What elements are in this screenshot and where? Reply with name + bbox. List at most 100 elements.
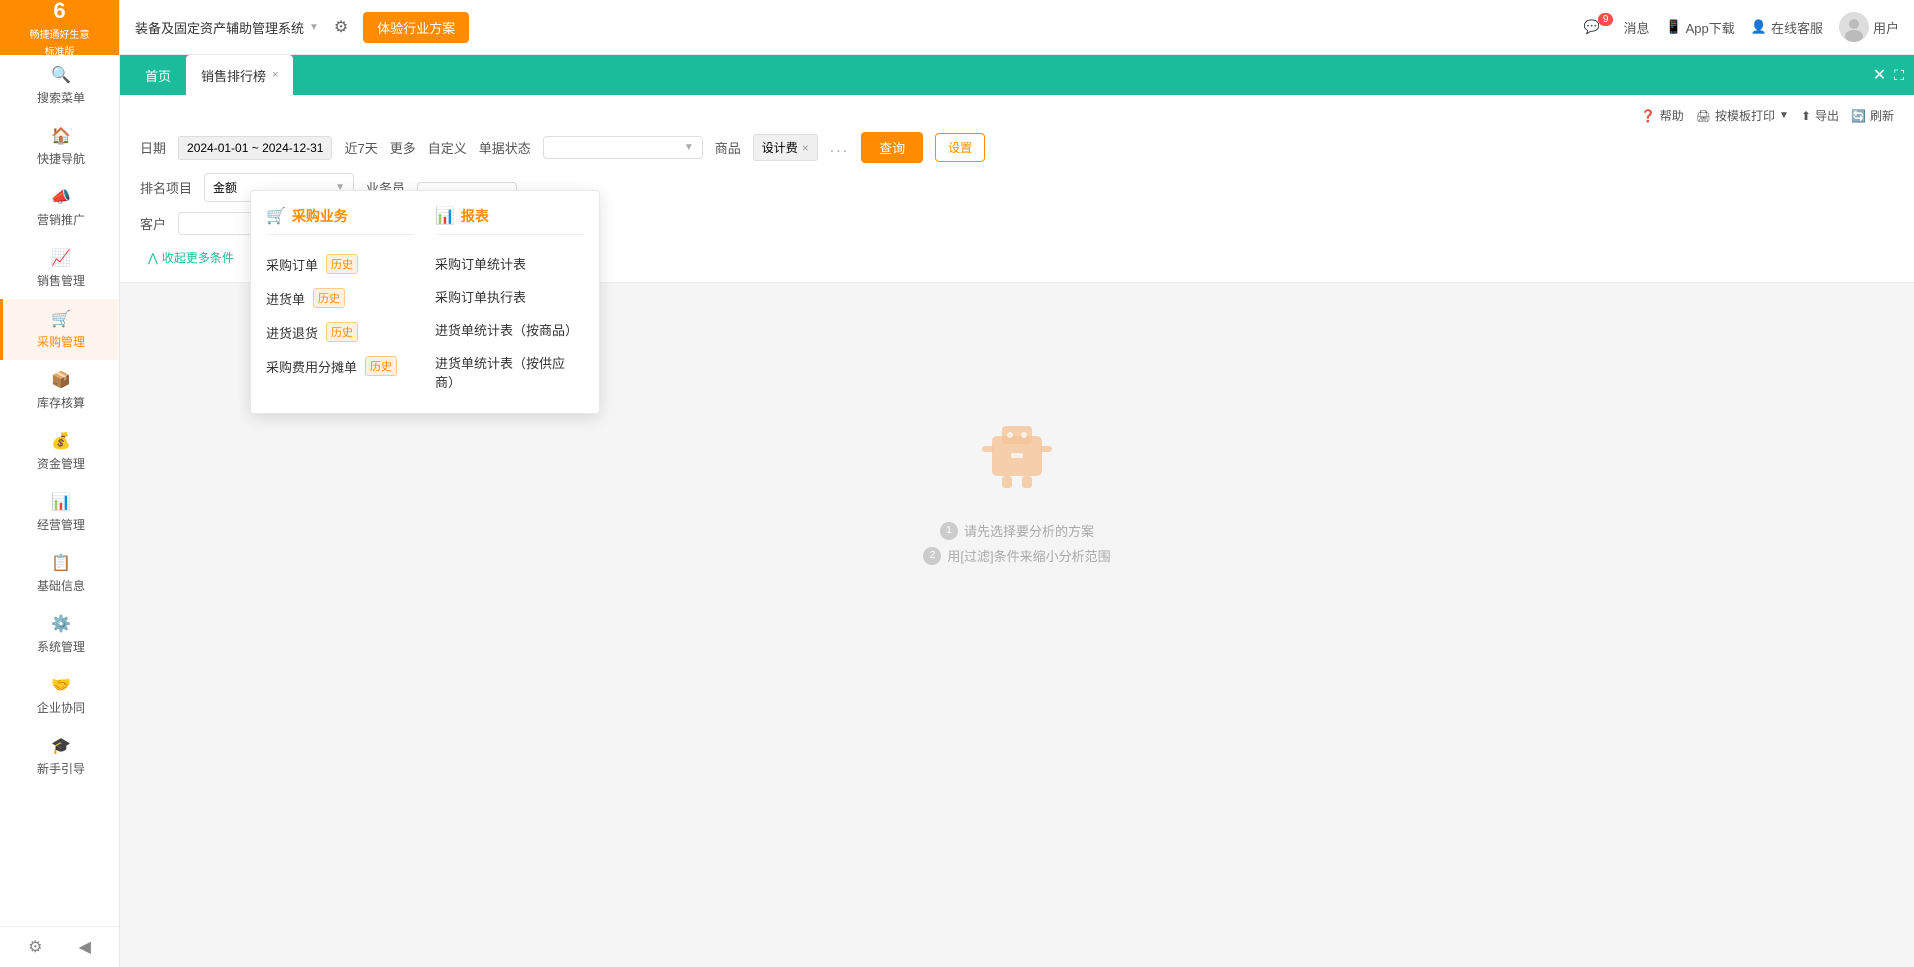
report-col: 📊 报表 采购订单统计表 采购订单执行表 进货单统计表（按商品） 进货单统计表（… <box>435 206 584 398</box>
basic-info-icon: 📋 <box>51 553 71 573</box>
export-btn[interactable]: ⬆ 导出 <box>1801 107 1839 124</box>
sidebar-item-finance[interactable]: 💰 资金管理 <box>0 421 119 482</box>
tabbar-close-btn[interactable]: ✕ <box>1873 65 1886 85</box>
logo-line1: 畅捷通好生意 <box>30 26 90 41</box>
step-1-num: 1 <box>940 522 958 540</box>
sidebar-item-system[interactable]: ⚙️ 系统管理 <box>0 604 119 665</box>
purchase-col-title: 🛒 采购业务 <box>266 206 415 235</box>
incoming-hist-badge: 历史 <box>313 288 345 308</box>
tab-home[interactable]: 首页 <box>130 55 186 95</box>
help-btn[interactable]: ❓ 帮助 <box>1641 107 1684 124</box>
sidebar-item-quick-nav[interactable]: 🏠 快捷导航 <box>0 116 119 177</box>
sidebar-item-guide[interactable]: 🎓 新手引导 <box>0 726 119 787</box>
sidebar-item-inventory-label: 库存核算 <box>37 394 85 411</box>
toolbar-right: ❓ 帮助 🖨 按模板打印 ▼ ⬆ 导出 🔄 刷新 <box>140 107 1894 124</box>
sidebar-item-search-label: 搜索菜单 <box>37 89 85 106</box>
date-label: 日期 <box>140 138 166 157</box>
marketing-icon: 📣 <box>51 187 71 207</box>
dropdown-item-order-stats[interactable]: 采购订单统计表 <box>435 247 584 280</box>
collapse-btn[interactable]: ⋀ 收起更多条件 <box>140 245 242 270</box>
tab-sales-ranking[interactable]: 销售排行榜 × <box>186 55 293 95</box>
topbar-user[interactable]: 用户 <box>1839 12 1899 42</box>
product-label: 商品 <box>715 138 741 157</box>
sidebar-item-enterprise[interactable]: 🤝 企业协同 <box>0 665 119 726</box>
status-select[interactable]: ▼ <box>543 136 703 159</box>
empty-illustration <box>967 401 1067 501</box>
topbar-dropdown-arrow: ▼ <box>309 22 319 33</box>
dropdown-item-expense[interactable]: 采购费用分摊单 历史 <box>266 349 415 383</box>
sidebar-item-basic-info[interactable]: 📋 基础信息 <box>0 543 119 604</box>
sidebar-item-quick-nav-label: 快捷导航 <box>37 150 85 167</box>
tabbar-expand-btn[interactable]: ⛶ <box>1894 67 1904 84</box>
order-stats-label: 采购订单统计表 <box>435 254 526 273</box>
date-preset-custom[interactable]: 自定义 <box>428 138 467 157</box>
dropdown-item-incoming[interactable]: 进货单 历史 <box>266 281 415 315</box>
settings-button[interactable]: 设置 <box>935 133 985 162</box>
date-preset-7days[interactable]: 近7天 <box>344 138 377 157</box>
refresh-btn[interactable]: 🔄 刷新 <box>1851 107 1894 124</box>
topbar-message[interactable]: 💬 9 消息 <box>1584 18 1650 37</box>
search-icon: 🔍 <box>51 65 71 85</box>
app-icon: 📱 <box>1665 19 1681 35</box>
step-2-text: 用[过滤]条件来缩小分析范围 <box>947 546 1110 565</box>
finance-icon: 💰 <box>51 431 71 451</box>
sidebar-item-operation[interactable]: 📊 经营管理 <box>0 482 119 543</box>
service-icon: 👤 <box>1751 19 1767 35</box>
status-label: 单据状态 <box>479 138 531 157</box>
main: 装备及固定资产辅助管理系统 ▼ ⚙ 体验行业方案 💬 9 消息 📱 App下载 … <box>120 0 1914 967</box>
sidebar-item-purchase[interactable]: 🛒 采购管理 <box>0 299 119 360</box>
logo-icon: 6 <box>53 0 65 24</box>
product-tag[interactable]: 设计费 × <box>753 134 818 161</box>
topbar-app-download[interactable]: 📱 App下载 <box>1665 18 1734 37</box>
dropdown-item-order-exec[interactable]: 采购订单执行表 <box>435 280 584 313</box>
empty-step-1: 1 请先选择要分析的方案 <box>940 521 1094 540</box>
rank-value: 金额 <box>213 179 237 196</box>
topbar-cta-button[interactable]: 体验行业方案 <box>363 12 469 43</box>
rank-label: 排名项目 <box>140 178 192 197</box>
product-more-btn[interactable]: ... <box>830 139 849 157</box>
enterprise-icon: 🤝 <box>51 675 71 695</box>
incoming-by-product-label: 进货单统计表（按商品） <box>435 320 578 339</box>
step-1-text: 请先选择要分析的方案 <box>964 521 1094 540</box>
sidebar-item-marketing[interactable]: 📣 营销推广 <box>0 177 119 238</box>
topbar-title: 装备及固定资产辅助管理系统 <box>135 18 304 37</box>
export-icon: ⬆ <box>1801 109 1811 123</box>
report-col-title-label: 报表 <box>461 206 489 226</box>
return-hist-badge: 历史 <box>326 322 358 342</box>
expense-label: 采购费用分摊单 <box>266 357 357 376</box>
sidebar-item-basic-info-label: 基础信息 <box>37 577 85 594</box>
order-exec-label: 采购订单执行表 <box>435 287 526 306</box>
print-btn[interactable]: 🖨 按模板打印 ▼ <box>1696 107 1789 124</box>
content-area: ❓ 帮助 🖨 按模板打印 ▼ ⬆ 导出 🔄 刷新 日期 <box>120 95 1914 967</box>
date-preset-more[interactable]: 更多 <box>390 138 416 157</box>
sidebar-item-sales[interactable]: 📈 销售管理 <box>0 238 119 299</box>
dropdown-item-purchase-order[interactable]: 采购订单 历史 <box>266 247 415 281</box>
topbar-title-dropdown[interactable]: 装备及固定资产辅助管理系统 ▼ <box>135 18 319 37</box>
topbar: 装备及固定资产辅助管理系统 ▼ ⚙ 体验行业方案 💬 9 消息 📱 App下载 … <box>120 0 1914 55</box>
guide-icon: 🎓 <box>51 736 71 756</box>
tab-close-btn[interactable]: × <box>272 69 278 81</box>
sidebar-collapse-btn[interactable]: ◀ <box>79 937 91 957</box>
sidebar-settings-btn[interactable]: ⚙ <box>28 937 42 957</box>
sidebar-item-inventory[interactable]: 📦 库存核算 <box>0 360 119 421</box>
dropdown-item-incoming-by-product[interactable]: 进货单统计表（按商品） <box>435 313 584 346</box>
tabbar: 首页 销售排行榜 × ✕ ⛶ <box>120 55 1914 95</box>
incoming-label: 进货单 <box>266 289 305 308</box>
help-label: 帮助 <box>1660 107 1684 124</box>
query-button[interactable]: 查询 <box>861 132 923 163</box>
sidebar-item-system-label: 系统管理 <box>37 638 85 655</box>
product-tag-close[interactable]: × <box>802 141 809 155</box>
dropdown-item-return[interactable]: 进货退货 历史 <box>266 315 415 349</box>
topbar-settings-icon[interactable]: ⚙ <box>334 17 348 37</box>
dropdown-item-incoming-by-supplier[interactable]: 进货单统计表（按供应商） <box>435 346 584 398</box>
purchase-order-label: 采购订单 <box>266 255 318 274</box>
topbar-service[interactable]: 👤 在线客服 <box>1751 18 1823 37</box>
date-range-tag[interactable]: 2024-01-01 ~ 2024-12-31 <box>178 136 332 160</box>
filter-row-1: 日期 2024-01-01 ~ 2024-12-31 近7天 更多 自定义 单据… <box>140 132 1894 163</box>
purchase-order-hist-badge: 历史 <box>326 254 358 274</box>
dropdown-cols: 🛒 采购业务 采购订单 历史 进货单 历史 进货退货 历史 <box>266 206 584 398</box>
report-col-icon: 📊 <box>435 206 455 226</box>
refresh-label: 刷新 <box>1870 107 1894 124</box>
customer-label: 客户 <box>140 214 166 233</box>
sidebar-item-search[interactable]: 🔍 搜索菜单 <box>0 55 119 116</box>
